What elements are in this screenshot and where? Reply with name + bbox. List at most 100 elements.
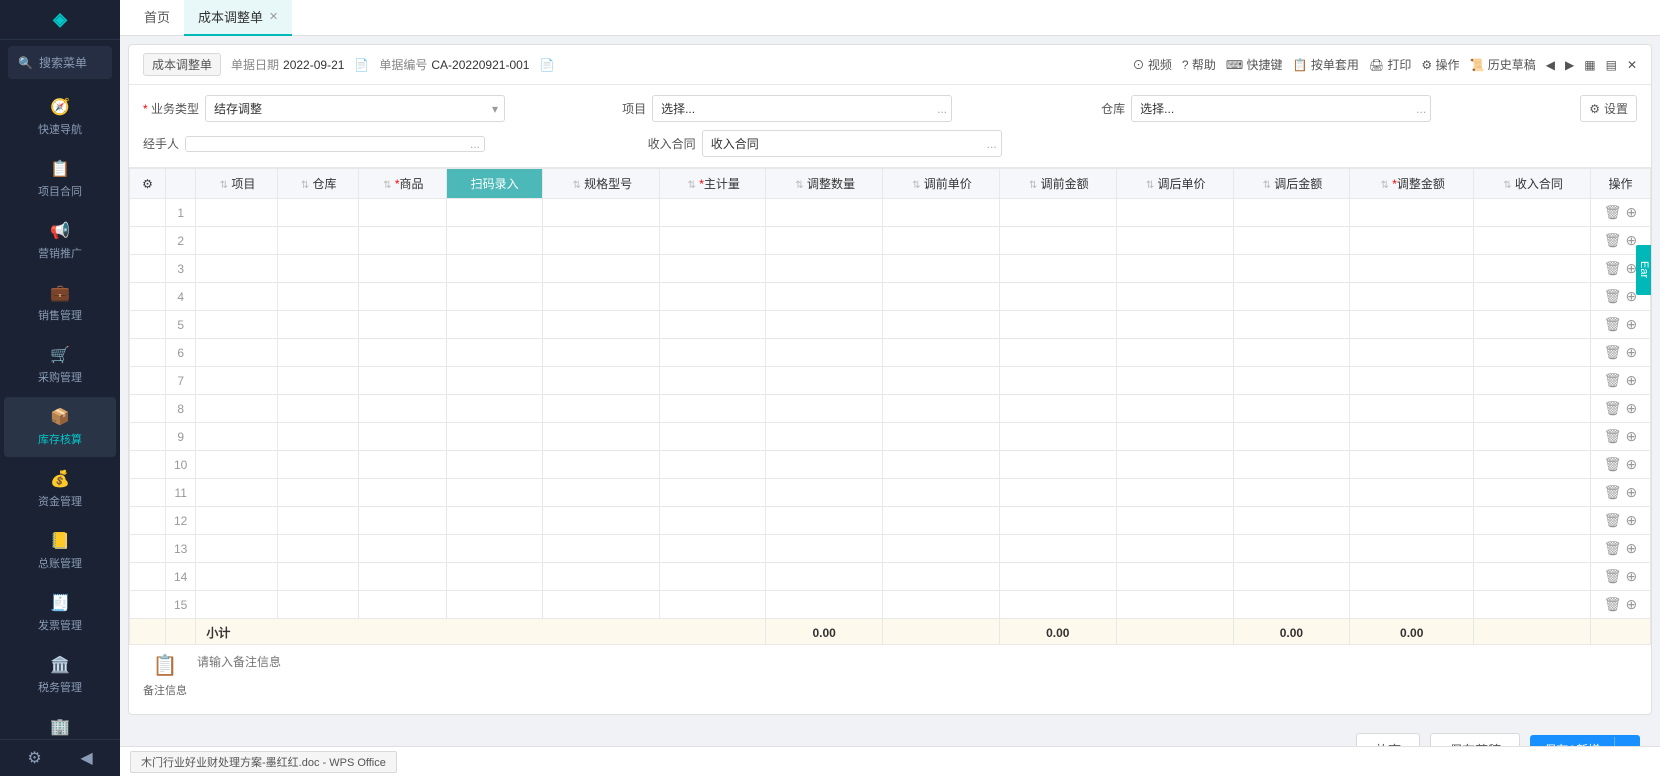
- cell-goods-15[interactable]: [358, 591, 446, 619]
- cell-after-amount-14[interactable]: [1233, 563, 1350, 591]
- settings-button[interactable]: ⚙ 设置: [1580, 95, 1637, 122]
- cell-after-price-10[interactable]: [1116, 451, 1233, 479]
- cell-spec-14[interactable]: [543, 563, 660, 591]
- cell-project-3[interactable]: [196, 255, 277, 283]
- cell-before-amount-11[interactable]: [999, 479, 1116, 507]
- cell-goods-4[interactable]: [358, 283, 446, 311]
- cell-warehouse-14[interactable]: [277, 563, 358, 591]
- delete-icon-4[interactable]: 🗑: [1604, 288, 1622, 305]
- cell-before-price-2[interactable]: [883, 227, 1000, 255]
- copy-icon-14[interactable]: ⊕: [1626, 568, 1638, 585]
- cell-warehouse-4[interactable]: [277, 283, 358, 311]
- cell-unit-10[interactable]: [660, 451, 766, 479]
- cell-spec-11[interactable]: [543, 479, 660, 507]
- delete-icon-10[interactable]: 🗑: [1604, 456, 1622, 473]
- cell-goods-9[interactable]: [358, 423, 446, 451]
- cell-spec-6[interactable]: [543, 339, 660, 367]
- project-dots[interactable]: ...: [933, 102, 951, 116]
- cell-goods-6[interactable]: [358, 339, 446, 367]
- cell-scan-8[interactable]: [446, 395, 542, 423]
- cell-goods-8[interactable]: [358, 395, 446, 423]
- sidebar-item-quick-nav[interactable]: 🧭快速导航: [4, 87, 116, 147]
- cell-spec-5[interactable]: [543, 311, 660, 339]
- cell-after-amount-3[interactable]: [1233, 255, 1350, 283]
- delete-icon-12[interactable]: 🗑: [1604, 512, 1622, 529]
- cell-project-8[interactable]: [196, 395, 277, 423]
- taskbar-item[interactable]: 木门行业好业财处理方案-墨红红.doc - WPS Office: [130, 751, 397, 773]
- cell-before-amount-3[interactable]: [999, 255, 1116, 283]
- cell-after-amount-8[interactable]: [1233, 395, 1350, 423]
- nav-list[interactable]: ▤: [1606, 58, 1617, 72]
- cell-unit-4[interactable]: [660, 283, 766, 311]
- cell-goods-5[interactable]: [358, 311, 446, 339]
- action-history[interactable]: 📜 历史草稿: [1470, 56, 1536, 73]
- cell-spec-1[interactable]: [543, 199, 660, 227]
- cell-unit-6[interactable]: [660, 339, 766, 367]
- cell-scan-7[interactable]: [446, 367, 542, 395]
- copy-icon-7[interactable]: ⊕: [1626, 372, 1638, 389]
- warehouse-select[interactable]: 选择... ...: [1131, 95, 1431, 122]
- th-gear[interactable]: ⚙: [130, 169, 166, 199]
- income-contract-dots[interactable]: ...: [983, 137, 1001, 151]
- nav-next[interactable]: ▶: [1565, 58, 1574, 72]
- cell-before-price-13[interactable]: [883, 535, 1000, 563]
- cell-adjust-qty-6[interactable]: [766, 339, 883, 367]
- cell-unit-1[interactable]: [660, 199, 766, 227]
- sidebar-item-fixed-assets[interactable]: 🏢固定资产: [4, 707, 116, 739]
- cell-adjust-amount-6[interactable]: [1350, 339, 1474, 367]
- cell-spec-2[interactable]: [543, 227, 660, 255]
- cell-after-price-14[interactable]: [1116, 563, 1233, 591]
- cell-project-12[interactable]: [196, 507, 277, 535]
- cell-after-amount-15[interactable]: [1233, 591, 1350, 619]
- action-print[interactable]: 🖨 打印: [1369, 56, 1412, 73]
- copy-icon-1[interactable]: ⊕: [1626, 204, 1638, 221]
- cell-goods-12[interactable]: [358, 507, 446, 535]
- cell-adjust-amount-7[interactable]: [1350, 367, 1474, 395]
- delete-icon-2[interactable]: 🗑: [1604, 232, 1622, 249]
- delete-icon-11[interactable]: 🗑: [1604, 484, 1622, 501]
- action-shortcut[interactable]: ⌨ 快捷键: [1226, 56, 1283, 73]
- copy-icon-8[interactable]: ⊕: [1626, 400, 1638, 417]
- cell-income-contract-10[interactable]: [1474, 451, 1591, 479]
- cell-income-contract-14[interactable]: [1474, 563, 1591, 591]
- doc-close-btn[interactable]: ✕: [1627, 58, 1637, 72]
- cell-income-contract-13[interactable]: [1474, 535, 1591, 563]
- cell-project-13[interactable]: [196, 535, 277, 563]
- cell-adjust-qty-4[interactable]: [766, 283, 883, 311]
- cell-income-contract-8[interactable]: [1474, 395, 1591, 423]
- delete-icon-14[interactable]: 🗑: [1604, 568, 1622, 585]
- cell-adjust-qty-14[interactable]: [766, 563, 883, 591]
- cell-adjust-qty-3[interactable]: [766, 255, 883, 283]
- cell-project-2[interactable]: [196, 227, 277, 255]
- cell-unit-12[interactable]: [660, 507, 766, 535]
- cell-after-price-7[interactable]: [1116, 367, 1233, 395]
- cell-after-amount-13[interactable]: [1233, 535, 1350, 563]
- delete-icon-8[interactable]: 🗑: [1604, 400, 1622, 417]
- cell-adjust-amount-5[interactable]: [1350, 311, 1474, 339]
- cell-warehouse-7[interactable]: [277, 367, 358, 395]
- cell-project-9[interactable]: [196, 423, 277, 451]
- sidebar-item-ledger[interactable]: 📒总账管理: [4, 521, 116, 581]
- cell-before-amount-15[interactable]: [999, 591, 1116, 619]
- cell-goods-2[interactable]: [358, 227, 446, 255]
- cell-after-amount-5[interactable]: [1233, 311, 1350, 339]
- action-apply[interactable]: 📋 按单套用: [1293, 56, 1359, 73]
- cell-adjust-qty-12[interactable]: [766, 507, 883, 535]
- copy-icon-10[interactable]: ⊕: [1626, 456, 1638, 473]
- notes-input[interactable]: [197, 653, 1637, 706]
- copy-icon-11[interactable]: ⊕: [1626, 484, 1638, 501]
- cell-after-amount-6[interactable]: [1233, 339, 1350, 367]
- cell-adjust-qty-5[interactable]: [766, 311, 883, 339]
- cell-warehouse-3[interactable]: [277, 255, 358, 283]
- cell-project-1[interactable]: [196, 199, 277, 227]
- delete-icon-3[interactable]: 🗑: [1604, 260, 1622, 277]
- cell-income-contract-2[interactable]: [1474, 227, 1591, 255]
- cell-warehouse-10[interactable]: [277, 451, 358, 479]
- action-help[interactable]: ? 帮助: [1182, 56, 1216, 73]
- cell-income-contract-4[interactable]: [1474, 283, 1591, 311]
- cell-spec-4[interactable]: [543, 283, 660, 311]
- cell-goods-14[interactable]: [358, 563, 446, 591]
- copy-icon-13[interactable]: ⊕: [1626, 540, 1638, 557]
- cell-income-contract-5[interactable]: [1474, 311, 1591, 339]
- cell-before-amount-6[interactable]: [999, 339, 1116, 367]
